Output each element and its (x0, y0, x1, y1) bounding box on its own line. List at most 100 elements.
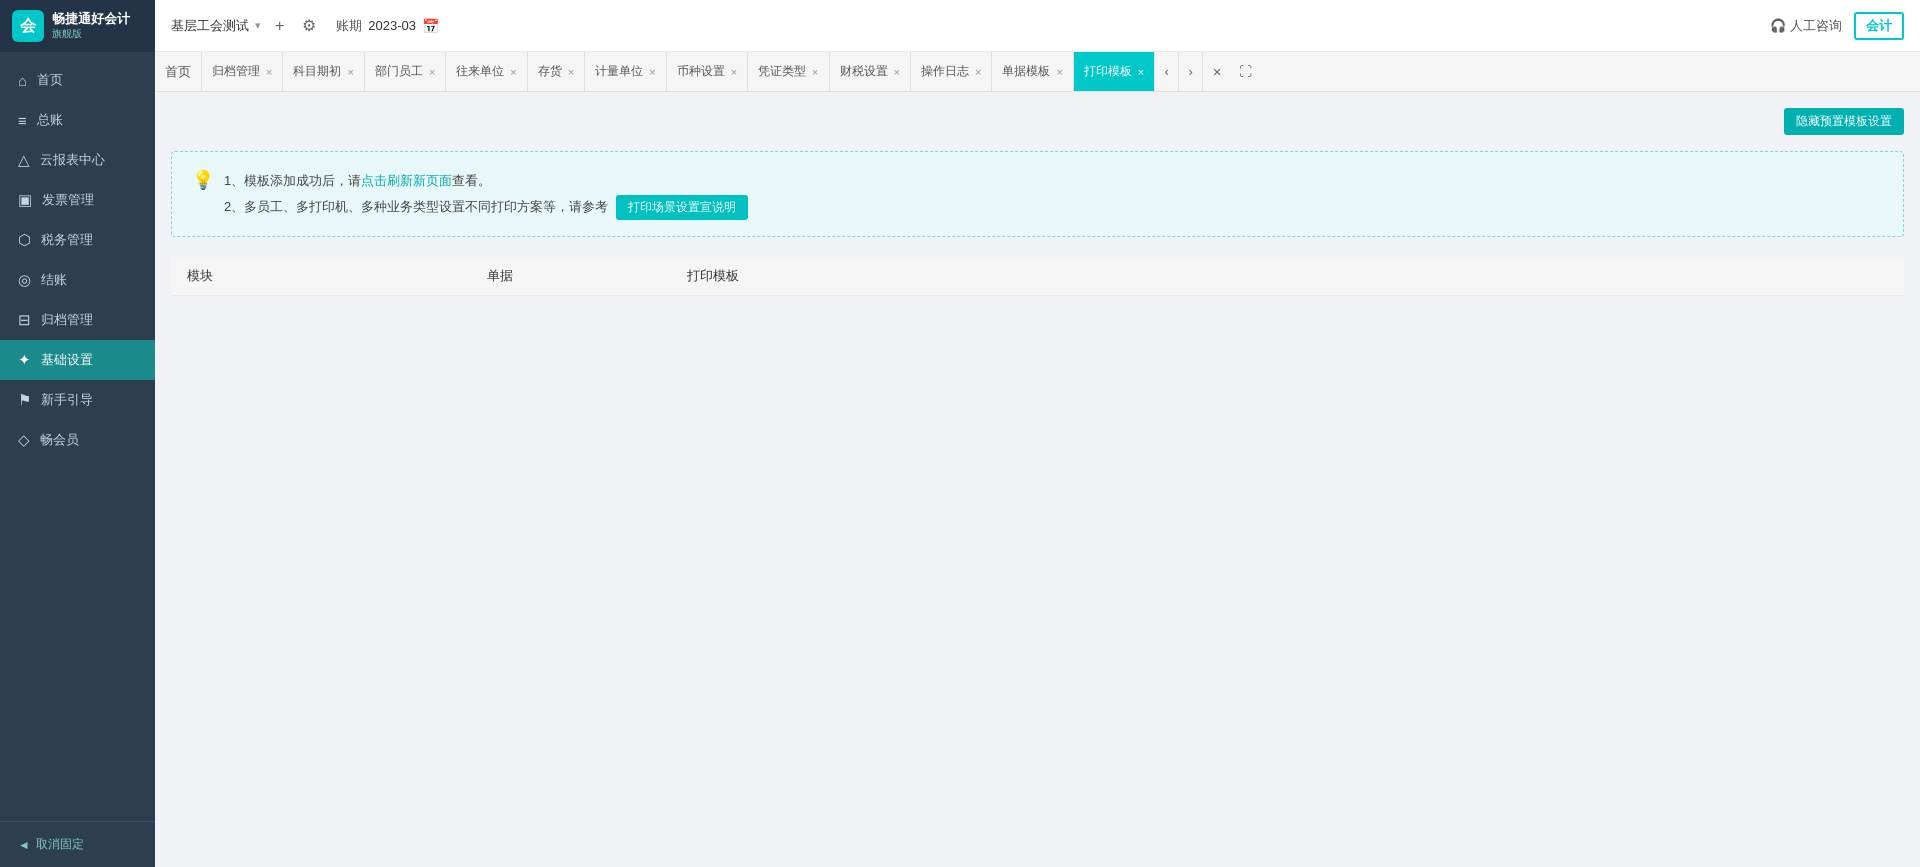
notice-refresh-link[interactable]: 点击刷新新页面 (361, 173, 452, 188)
sidebar-label-ledger: 总账 (37, 111, 63, 129)
tab-dept-close-icon[interactable]: × (429, 66, 435, 78)
logo-sub: 旗舰版 (52, 27, 130, 41)
tab-singleform-close-icon[interactable]: × (1056, 66, 1062, 78)
logo-title: 畅捷通好会计 (52, 11, 130, 28)
table-container: 模块 单据 打印模板 (171, 257, 1904, 296)
period-value: 2023-03 (368, 18, 416, 33)
sidebar-label-invoice: 发票管理 (42, 191, 94, 209)
tab-prev-button[interactable]: ‹ (1155, 52, 1179, 91)
period-label: 账期 (336, 17, 362, 35)
tab-oplog[interactable]: 操作日志 × (911, 52, 992, 91)
content-area: 隐藏预置模板设置 💡 1、模板添加成功后，请点击刷新新页面查看。 2、多员工、多… (155, 92, 1920, 867)
company-name: 基层工会测试 (171, 17, 249, 35)
tab-currency[interactable]: 币种设置 × (667, 52, 748, 91)
tab-inventory-close-icon[interactable]: × (568, 66, 574, 78)
top-right-area: 隐藏预置模板设置 (171, 108, 1904, 143)
tab-close-all-button[interactable]: × (1203, 52, 1231, 91)
tab-singleform-label: 单据模板 (1002, 63, 1050, 80)
support-button[interactable]: 🎧 人工咨询 (1770, 17, 1842, 35)
unpin-label: 取消固定 (36, 836, 84, 853)
topbar: 基层工会测试 ▾ + ⚙ 账期 2023-03 📅 🎧 人工咨询 会计 (155, 0, 1920, 52)
tab-archive-label: 归档管理 (212, 63, 260, 80)
sidebar-footer-unpin[interactable]: ◄ 取消固定 (0, 821, 155, 867)
th-template: 打印模板 (671, 257, 1904, 295)
tab-archive-close-icon[interactable]: × (266, 66, 272, 78)
sidebar-item-invoice[interactable]: ▣ 发票管理 (0, 180, 155, 220)
sidebar-item-archive[interactable]: ⊟ 归档管理 (0, 300, 155, 340)
kuaiji-button[interactable]: 会计 (1854, 12, 1904, 40)
tab-unit[interactable]: 计量单位 × (585, 52, 666, 91)
tab-printtemplate[interactable]: 打印模板 × (1074, 52, 1155, 91)
sidebar-label-home: 首页 (37, 71, 63, 89)
settings-icon[interactable]: ⚙ (298, 12, 320, 39)
checkout-icon: ◎ (18, 271, 31, 289)
tab-unit-close-icon[interactable]: × (649, 66, 655, 78)
sidebar: 会 畅捷通好会计 旗舰版 ⌂ 首页 ≡ 总账 △ 云报表中心 ▣ 发票管理 ⬡ … (0, 0, 155, 867)
tab-currency-close-icon[interactable]: × (731, 66, 737, 78)
company-chevron-icon: ▾ (255, 19, 261, 32)
tab-dept[interactable]: 部门员工 × (365, 52, 446, 91)
notice-line2: 2、多员工、多打印机、多种业务类型设置不同打印方案等，请参考 打印场景设置宣说明 (224, 194, 748, 220)
member-icon: ◇ (18, 431, 30, 449)
add-company-button[interactable]: + (271, 13, 288, 39)
tab-home-label: 首页 (165, 63, 191, 81)
sidebar-item-basic[interactable]: ✦ 基础设置 (0, 340, 155, 380)
tab-inventory[interactable]: 存货 × (528, 52, 585, 91)
tab-subject-close-icon[interactable]: × (347, 66, 353, 78)
tab-taxset[interactable]: 财税设置 × (830, 52, 911, 91)
sidebar-item-checkout[interactable]: ◎ 结账 (0, 260, 155, 300)
topbar-actions: + ⚙ (271, 12, 320, 39)
sidebar-item-guide[interactable]: ⚑ 新手引导 (0, 380, 155, 420)
sidebar-label-tax: 税务管理 (41, 231, 93, 249)
sidebar-item-tax[interactable]: ⬡ 税务管理 (0, 220, 155, 260)
tab-oplog-label: 操作日志 (921, 63, 969, 80)
calendar-icon[interactable]: 📅 (422, 18, 439, 34)
tab-partner[interactable]: 往来单位 × (446, 52, 527, 91)
notice-box: 💡 1、模板添加成功后，请点击刷新新页面查看。 2、多员工、多打印机、多种业务类… (171, 151, 1904, 237)
sidebar-label-reports: 云报表中心 (40, 151, 105, 169)
tab-subject-label: 科目期初 (293, 63, 341, 80)
notice-line2-prefix: 2、多员工、多打印机、多种业务类型设置不同打印方案等，请参考 (224, 199, 608, 214)
sidebar-item-ledger[interactable]: ≡ 总账 (0, 100, 155, 140)
sidebar-label-checkout: 结账 (41, 271, 67, 289)
tab-singleform[interactable]: 单据模板 × (992, 52, 1073, 91)
sidebar-item-home[interactable]: ⌂ 首页 (0, 60, 155, 100)
topbar-period: 账期 2023-03 📅 (336, 17, 439, 35)
table-header: 模块 单据 打印模板 (171, 257, 1904, 296)
tab-inventory-label: 存货 (538, 63, 562, 80)
tab-subject[interactable]: 科目期初 × (283, 52, 364, 91)
notice-line1-suffix: 查看。 (452, 173, 491, 188)
sidebar-item-reports[interactable]: △ 云报表中心 (0, 140, 155, 180)
unpin-icon: ◄ (18, 838, 30, 852)
tab-next-button[interactable]: › (1179, 52, 1203, 91)
main-area: 基层工会测试 ▾ + ⚙ 账期 2023-03 📅 🎧 人工咨询 会计 首页 归… (155, 0, 1920, 867)
tab-archive[interactable]: 归档管理 × (202, 52, 283, 91)
reports-icon: △ (18, 151, 30, 169)
tab-voucher-close-icon[interactable]: × (812, 66, 818, 78)
tab-oplog-close-icon[interactable]: × (975, 66, 981, 78)
support-label: 人工咨询 (1790, 17, 1842, 35)
sidebar-item-member[interactable]: ◇ 畅会员 (0, 420, 155, 460)
tab-taxset-close-icon[interactable]: × (894, 66, 900, 78)
tab-voucher[interactable]: 凭证类型 × (748, 52, 829, 91)
logo-icon: 会 (12, 10, 44, 42)
hide-preset-template-button[interactable]: 隐藏预置模板设置 (1784, 108, 1904, 135)
tab-printtemplate-close-icon[interactable]: × (1138, 66, 1144, 78)
tax-icon: ⬡ (18, 231, 31, 249)
tab-expand-button[interactable]: ⛶ (1231, 52, 1259, 91)
sidebar-menu: ⌂ 首页 ≡ 总账 △ 云报表中心 ▣ 发票管理 ⬡ 税务管理 ◎ 结账 ⊟ 归… (0, 52, 155, 821)
topbar-right: 🎧 人工咨询 会计 (1770, 12, 1904, 40)
logo-text: 畅捷通好会计 旗舰版 (52, 11, 130, 42)
tab-printtemplate-label: 打印模板 (1084, 63, 1132, 80)
th-single: 单据 (471, 257, 671, 295)
sidebar-label-member: 畅会员 (40, 431, 79, 449)
th-module: 模块 (171, 257, 471, 295)
support-headset-icon: 🎧 (1770, 18, 1786, 33)
basic-icon: ✦ (18, 351, 31, 369)
tab-partner-close-icon[interactable]: × (510, 66, 516, 78)
print-scene-button[interactable]: 打印场景设置宣说明 (616, 195, 748, 220)
tabbar: 首页 归档管理 × 科目期初 × 部门员工 × 往来单位 × 存货 × 计量单位… (155, 52, 1920, 92)
notice-bulb-icon: 💡 (192, 169, 214, 220)
notice-content: 1、模板添加成功后，请点击刷新新页面查看。 2、多员工、多打印机、多种业务类型设… (224, 168, 748, 220)
tab-home[interactable]: 首页 (155, 52, 202, 91)
